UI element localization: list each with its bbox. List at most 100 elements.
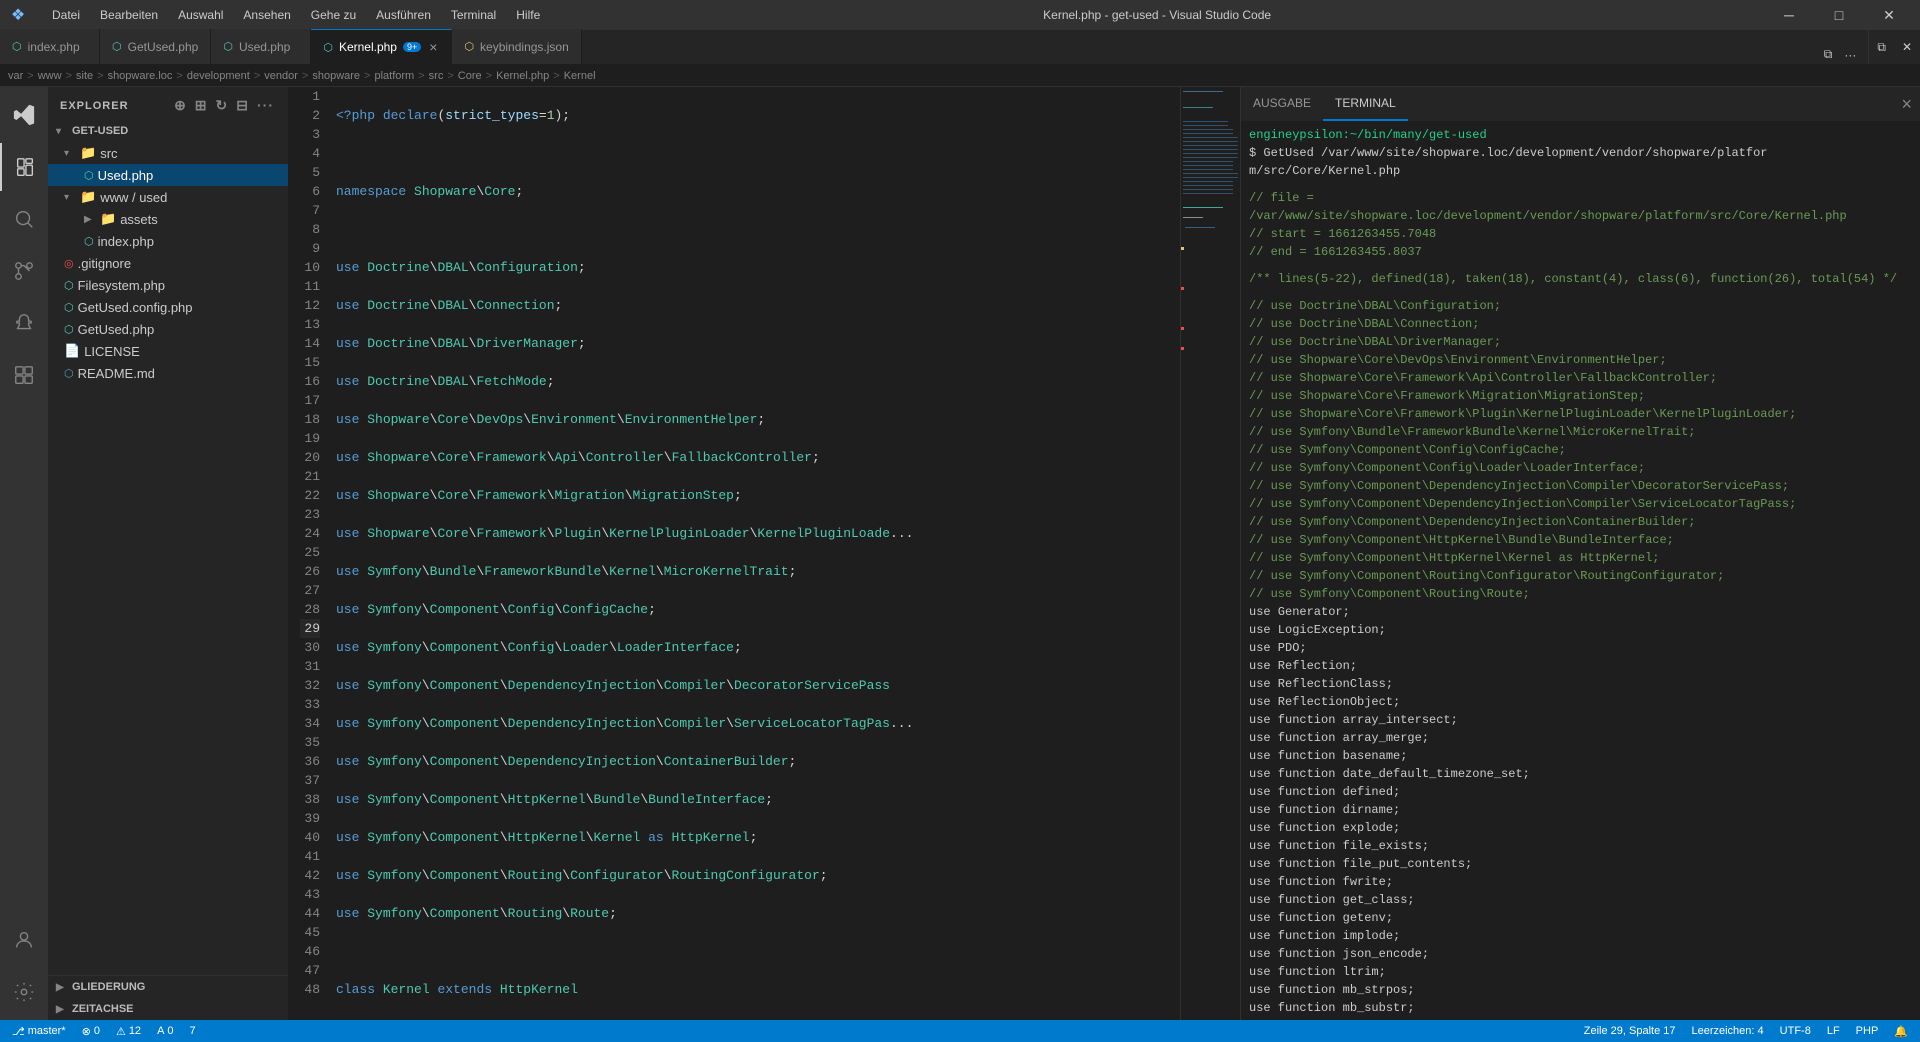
breadcrumb-www[interactable]: www — [38, 70, 62, 82]
language-label: PHP — [1856, 1025, 1879, 1037]
breadcrumb-platform[interactable]: platform — [374, 70, 414, 82]
tab-getused-php[interactable]: ⬡ GetUsed.php — [100, 29, 211, 64]
panel-content[interactable]: engineypsilon:~/bin/many/get-used$ GetUs… — [1241, 122, 1920, 1020]
sep: > — [254, 70, 260, 82]
tree-filesystem-php[interactable]: ⬡ Filesystem.php — [48, 274, 288, 296]
minimap[interactable] — [1180, 87, 1240, 1020]
tab-used-php[interactable]: ⬡ Used.php — [211, 29, 311, 64]
activity-git-button[interactable] — [0, 247, 48, 295]
editor-content[interactable]: 1234 5678 9101112 13141516 17181920 2122… — [288, 87, 1240, 1020]
notifications[interactable]: 🔔 — [1890, 1025, 1912, 1038]
breadcrumb-site[interactable]: site — [76, 70, 93, 82]
panel: AUSGABE TERMINAL × engineypsilon:~/bin/m… — [1240, 87, 1920, 1020]
panel-close-button[interactable]: ⧉ — [1869, 40, 1894, 55]
breadcrumb-shopware-loc[interactable]: shopware.loc — [108, 70, 173, 82]
new-folder-button[interactable]: ⊞ — [193, 95, 210, 116]
panel-tab-terminal[interactable]: TERMINAL — [1323, 87, 1408, 121]
menu-auswahl[interactable]: Auswahl — [170, 6, 231, 24]
tree-src-folder[interactable]: ▾ 📁 src — [48, 142, 288, 164]
tree-gitignore[interactable]: ◎ .gitignore — [48, 252, 288, 274]
window-title: Kernel.php - get-used - Visual Studio Co… — [548, 8, 1766, 22]
sep: > — [447, 70, 453, 82]
tab-keybindings-json[interactable]: ⬡ keybindings.json — [452, 29, 581, 64]
tab-close-button[interactable]: × — [427, 37, 439, 57]
out-18: use Generator; — [1249, 603, 1912, 621]
menu-ansehen[interactable]: Ansehen — [235, 6, 298, 24]
activity-debug-button[interactable] — [0, 299, 48, 347]
collapse-all-button[interactable]: ⊟ — [234, 95, 251, 116]
zeitachse-section[interactable]: ▶ ZEITACHSE — [48, 998, 288, 1020]
tree-root-get-used[interactable]: ▾ GET-USED — [48, 120, 288, 142]
breadcrumb-src[interactable]: src — [429, 70, 444, 82]
php-file-icon: ⬡ — [84, 169, 94, 182]
out-25: use function array_merge; — [1249, 729, 1912, 747]
menu-bearbeiten[interactable]: Bearbeiten — [92, 6, 166, 24]
tab-index-php[interactable]: ⬡ index.php — [0, 29, 100, 64]
indentation[interactable]: Leerzeichen: 4 — [1687, 1025, 1767, 1037]
menu-gehe-zu[interactable]: Gehe zu — [303, 6, 364, 24]
refresh-button[interactable]: ↻ — [214, 95, 231, 116]
encoding[interactable]: UTF-8 — [1776, 1025, 1815, 1037]
panel-tab-ausgabe[interactable]: AUSGABE — [1241, 87, 1323, 121]
tree-file-label: LICENSE — [84, 344, 140, 359]
activity-search-button[interactable] — [0, 195, 48, 243]
close-button[interactable]: ✕ — [1866, 0, 1912, 30]
breadcrumb-development[interactable]: development — [187, 70, 250, 82]
out-16: // use Symfony\Component\Routing\Configu… — [1249, 567, 1912, 585]
panel-collapse-button[interactable]: ✕ — [1894, 40, 1920, 54]
expand-arrow: ▶ — [56, 982, 68, 993]
minimize-button[interactable]: ─ — [1766, 0, 1812, 30]
sidebar-actions: ⊕ ⊞ ↻ ⊟ ··· — [172, 95, 276, 116]
more-options-button[interactable]: ··· — [255, 95, 276, 116]
git-branch-status[interactable]: ⎇ master* — [8, 1025, 70, 1038]
tree-www-used-folder[interactable]: ▾ 📁 www / used — [48, 186, 288, 208]
tab-kernel-php[interactable]: ⬡ Kernel.php 9+ × — [311, 29, 452, 64]
tree-license[interactable]: 📄 LICENSE — [48, 340, 288, 362]
cursor-position[interactable]: Zeile 29, Spalte 17 — [1580, 1025, 1680, 1037]
activity-vscode-icon — [0, 91, 48, 139]
activity-explorer-button[interactable] — [0, 143, 48, 191]
panel-tabs: AUSGABE TERMINAL × — [1241, 87, 1920, 122]
panel-close-button[interactable]: × — [1893, 94, 1920, 115]
encoding-label: UTF-8 — [1780, 1025, 1811, 1037]
tree-assets-folder[interactable]: ▶ 📁 assets — [48, 208, 288, 230]
line-ending[interactable]: LF — [1823, 1025, 1844, 1037]
gliederung-section[interactable]: ▶ GLIEDERUNG — [48, 976, 288, 998]
errors-status[interactable]: ⊗ 0 — [78, 1025, 104, 1038]
activity-extensions-button[interactable] — [0, 351, 48, 399]
tree-getused-config-php[interactable]: ⬡ GetUsed.config.php — [48, 296, 288, 318]
breadcrumb-shopware[interactable]: shopware — [312, 70, 360, 82]
breadcrumb-vendor[interactable]: vendor — [264, 70, 298, 82]
tree-readme-md[interactable]: ⬡ README.md — [48, 362, 288, 384]
menu-terminal[interactable]: Terminal — [443, 6, 504, 24]
tab-actions: ⧉ ··· — [1812, 45, 1869, 64]
tree-getused-php[interactable]: ⬡ GetUsed.php — [48, 318, 288, 340]
info-status[interactable]: A 0 — [153, 1025, 177, 1037]
sep: > — [418, 70, 424, 82]
breadcrumb-var[interactable]: var — [8, 70, 23, 82]
count-status[interactable]: 7 — [186, 1025, 200, 1037]
maximize-button[interactable]: □ — [1816, 0, 1862, 30]
terminal-prompt-text: engineypsilon:~/bin/many/get-used — [1249, 126, 1487, 144]
more-actions-button[interactable]: ··· — [1840, 46, 1860, 64]
tree-index-php[interactable]: ⬡ index.php — [48, 230, 288, 252]
menu-datei[interactable]: Datei — [44, 6, 88, 24]
breadcrumb-kernel-class[interactable]: Kernel — [564, 70, 596, 82]
breadcrumb-kernel-php[interactable]: Kernel.php — [496, 70, 549, 82]
split-editor-button[interactable]: ⧉ — [1820, 45, 1837, 64]
activity-settings-button[interactable] — [0, 968, 48, 1016]
breadcrumb-core[interactable]: Core — [458, 70, 482, 82]
out-41: use function md5; — [1249, 1017, 1912, 1020]
new-file-button[interactable]: ⊕ — [172, 95, 189, 116]
menu-ausfuehren[interactable]: Ausführen — [368, 6, 439, 24]
activity-account-button[interactable] — [0, 916, 48, 964]
out-39: use function mb_strpos; — [1249, 981, 1912, 999]
sep: > — [27, 70, 33, 82]
title-bar-menu: Datei Bearbeiten Auswahl Ansehen Gehe zu… — [44, 6, 548, 24]
warnings-status[interactable]: ⚠ 12 — [112, 1025, 145, 1038]
menu-hilfe[interactable]: Hilfe — [508, 6, 548, 24]
code-content[interactable]: <?php declare(strict_types=1); namespace… — [328, 87, 1180, 1020]
tree-used-php[interactable]: ⬡ Used.php — [48, 164, 288, 186]
warning-count: 12 — [129, 1025, 141, 1037]
language-mode[interactable]: PHP — [1852, 1025, 1883, 1037]
